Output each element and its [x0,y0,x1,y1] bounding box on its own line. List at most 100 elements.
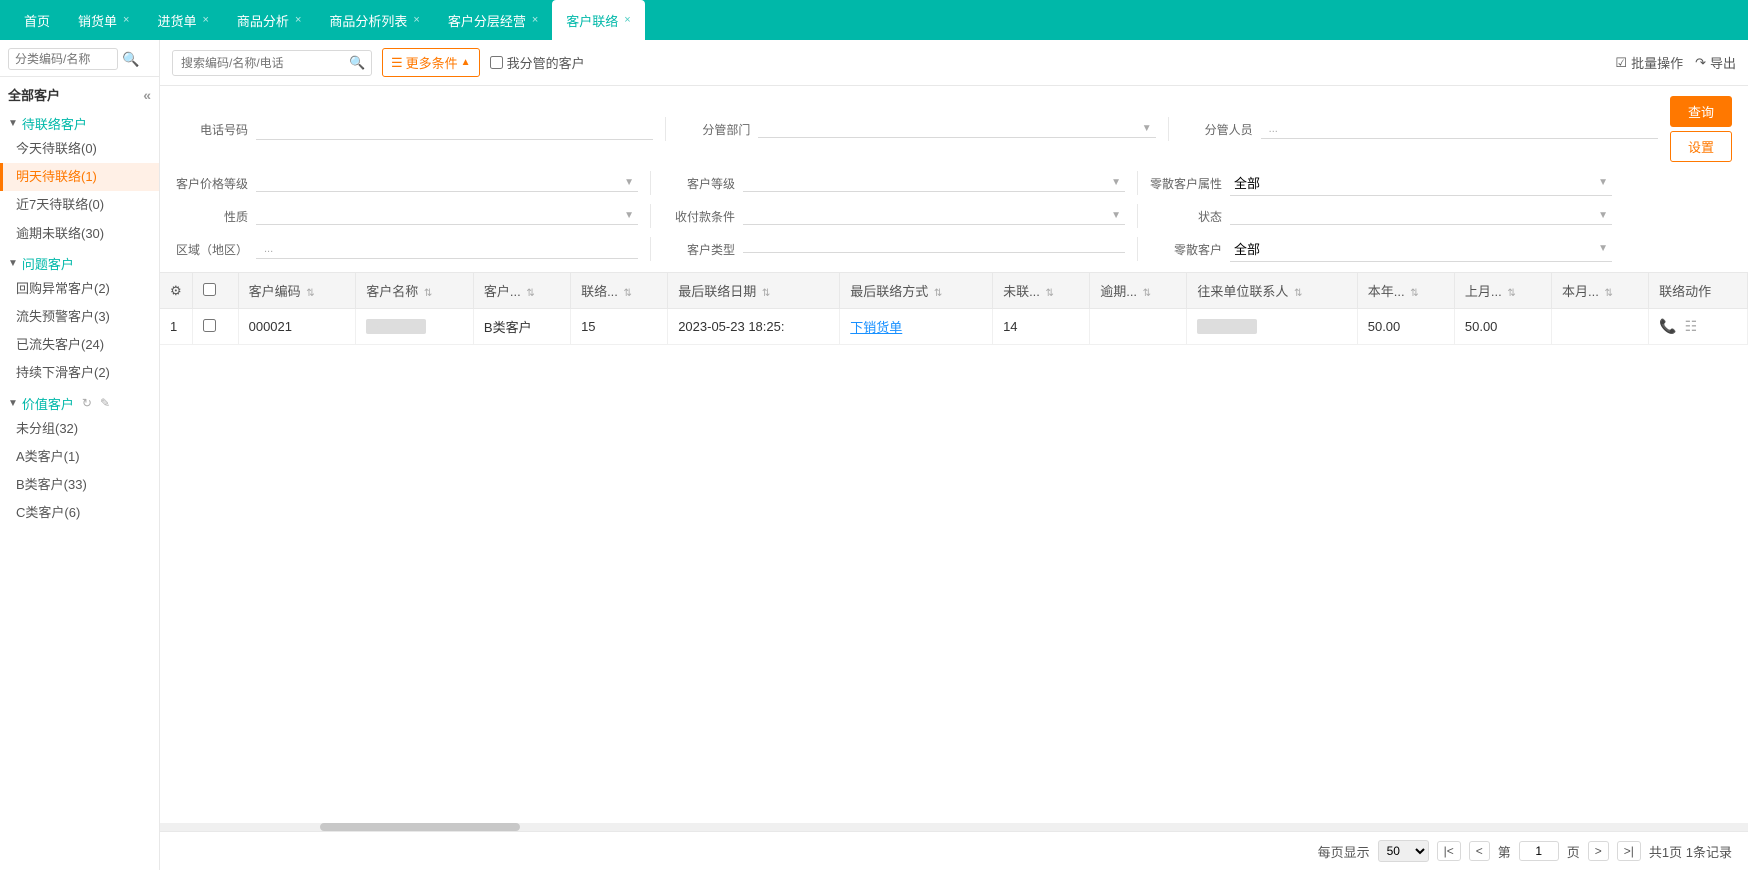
row-checkbox[interactable] [203,319,216,332]
row-contact-count: 15 [571,309,668,345]
filter-price-select[interactable]: ▼ [256,174,638,192]
nav-customer-contact[interactable]: 客户联络 × [552,0,644,40]
col-person-sort[interactable]: ⇅ [1294,288,1302,299]
status-dropdown-icon: ▼ [1598,210,1608,221]
filter-row-2: 客户价格等级 ▼ 客户等级 ▼ 零散客户属性 全部 [176,170,1732,196]
select-all-checkbox[interactable] [203,283,216,296]
filter-status: 状态 ▼ [1150,207,1612,225]
filter-level-select[interactable]: ▼ [743,174,1125,192]
col-unlink-sort[interactable]: ⇅ [1046,288,1054,299]
sidebar-item-abnormal[interactable]: 回购异常客户(2) [0,275,159,303]
horizontal-scrollbar[interactable] [160,823,1748,831]
filter-gender: 性质 ▼ [176,207,638,225]
filter-arrow-icon: ▲ [461,57,471,68]
filter-retail-attr-select[interactable]: 全部 ▼ [1230,170,1612,196]
row-this-month [1552,309,1649,345]
col-contact-sort[interactable]: ⇅ [624,288,632,299]
prev-page-button[interactable]: < [1469,841,1490,861]
sidebar-item-a-class[interactable]: A类客户(1) [0,443,159,471]
sidebar-collapse-icon[interactable]: « [143,87,151,103]
filter-manager-select[interactable]: ... [1261,120,1658,139]
col-type-sort[interactable]: ⇅ [526,288,534,299]
sidebar-item-b-class[interactable]: B类客户(33) [0,471,159,499]
filter-customer-type-select[interactable] [743,246,1125,253]
action-grid-icon[interactable]: ☷ [1685,318,1698,335]
col-overdue-sort[interactable]: ⇅ [1143,288,1151,299]
my-customers-checkbox-label[interactable]: 我分管的客户 [490,53,585,72]
scrollbar-thumb[interactable] [320,823,520,831]
toolbar-search-wrapper: 🔍 [172,50,372,76]
sidebar-item-tomorrow[interactable]: 明天待联络(1) [0,163,159,191]
filter-manager-label: 分管人员 [1181,121,1261,138]
row-last-month: 50.00 [1454,309,1551,345]
toolbar-search-button[interactable]: 🔍 [343,51,371,75]
nav-goods-analysis[interactable]: 商品分析 × [223,0,315,40]
filter-retail-customer-label: 零散客户 [1150,241,1230,258]
sidebar-item-churned[interactable]: 已流失客户(24) [0,331,159,359]
last-page-button[interactable]: >| [1617,841,1641,861]
manager-more-icon[interactable]: ... [1269,123,1278,135]
toolbar-search-input[interactable] [173,52,343,74]
col-year-sort[interactable]: ⇅ [1410,288,1418,299]
filter-level-label: 客户等级 [663,175,743,192]
row-action: 📞 ☷ [1649,309,1748,345]
query-button[interactable]: 查询 [1670,96,1732,127]
sidebar-item-declining[interactable]: 持续下滑客户(2) [0,359,159,387]
close-sales-tab[interactable]: × [123,14,129,26]
close-customer-contact-tab[interactable]: × [624,14,630,26]
export-button[interactable]: ↷ 导出 [1695,53,1736,72]
sidebar-item-churn-warning[interactable]: 流失预警客户(3) [0,303,159,331]
filter-retail-customer-select[interactable]: 全部 ▼ [1230,236,1612,262]
payment-dropdown-icon: ▼ [1111,210,1121,221]
more-filters-button[interactable]: ☰ 更多条件 ▲ [382,48,480,77]
close-goods-analysis-tab[interactable]: × [295,14,301,26]
close-goods-list-tab[interactable]: × [413,14,419,26]
sidebar-item-ungrouped[interactable]: 未分组(32) [0,415,159,443]
filter-status-select[interactable]: ▼ [1230,207,1612,225]
toolbar-right: ☑ 批量操作 ↷ 导出 [1615,53,1736,72]
sidebar-search-input[interactable] [8,48,118,70]
filter-phone-label: 电话号码 [176,121,256,138]
close-customer-layer-tab[interactable]: × [532,14,538,26]
row-code: 000021 [238,309,356,345]
last-method-link[interactable]: 下销货单 [850,320,902,335]
nav-purchase[interactable]: 进货单 × [143,0,222,40]
reset-button[interactable]: 设置 [1670,131,1732,162]
gear-icon[interactable]: ⚙ [170,283,182,298]
sidebar-item-today[interactable]: 今天待联络(0) [0,135,159,163]
sidebar-item-7days[interactable]: 近7天待联络(0) [0,191,159,219]
page-size-label: 每页显示 [1318,842,1370,861]
col-last-method-sort[interactable]: ⇅ [934,288,942,299]
batch-operate-button[interactable]: ☑ 批量操作 [1615,53,1683,72]
col-this-month-sort[interactable]: ⇅ [1604,288,1612,299]
filter-payment-label: 收付款条件 [663,208,743,225]
nav-home[interactable]: 首页 [10,0,64,40]
filter-gender-select[interactable]: ▼ [256,207,638,225]
filter-payment-select[interactable]: ▼ [743,207,1125,225]
filter-region-select[interactable]: ... [256,240,638,259]
col-overdue-header: 逾期... ⇅ [1090,273,1187,309]
action-phone-icon[interactable]: 📞 [1659,318,1676,335]
first-page-button[interactable]: |< [1437,841,1461,861]
col-code-header: 客户编码 ⇅ [238,273,356,309]
col-last-month-sort[interactable]: ⇅ [1507,288,1515,299]
sidebar-item-overdue[interactable]: 逾期未联络(30) [0,220,159,248]
row-last-method[interactable]: 下销货单 [840,309,993,345]
nav-customer-layer[interactable]: 客户分层经营 × [434,0,552,40]
close-purchase-tab[interactable]: × [202,14,208,26]
filter-dept-select[interactable]: ▼ [758,120,1155,138]
filter-phone-input[interactable] [256,119,653,140]
nav-sales[interactable]: 销货单 × [64,0,143,40]
page-number-input[interactable] [1519,841,1559,861]
col-code-sort[interactable]: ⇅ [306,288,314,299]
next-page-button[interactable]: > [1588,841,1609,861]
sidebar-search-icon[interactable]: 🔍 [122,51,139,68]
nav-goods-analysis-list[interactable]: 商品分析列表 × [315,0,433,40]
page-size-select[interactable]: 50 100 200 [1378,840,1429,862]
col-last-date-sort[interactable]: ⇅ [762,288,770,299]
region-more-icon[interactable]: ... [264,243,273,255]
pending-group-title: ▼ 待联络客户 [0,108,159,135]
sidebar-item-c-class[interactable]: C类客户(6) [0,499,159,527]
my-customers-checkbox[interactable] [490,56,503,69]
col-name-sort[interactable]: ⇅ [424,288,432,299]
